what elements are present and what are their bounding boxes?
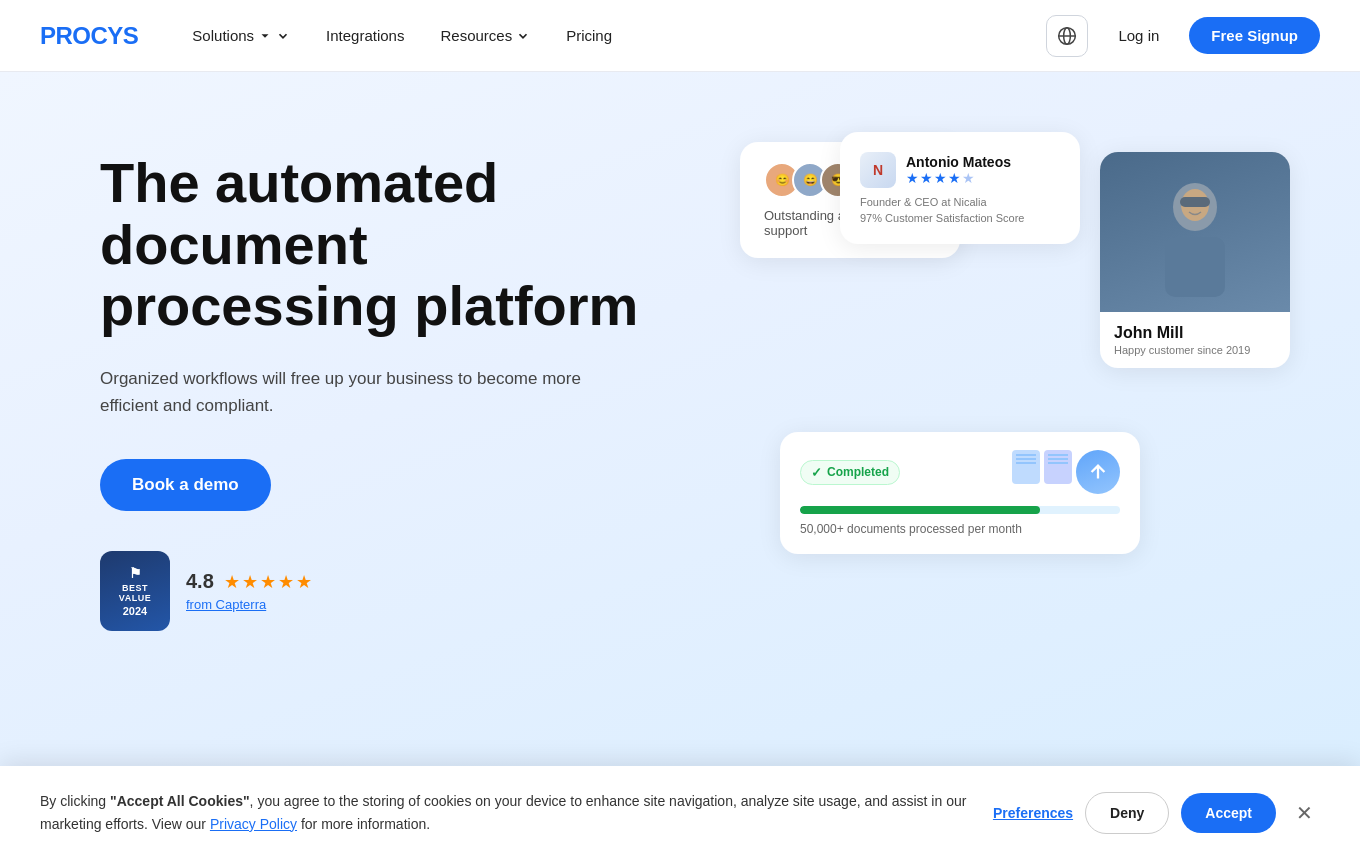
cookie-banner: By clicking "Accept All Cookies", you ag… [0, 766, 1360, 848]
close-button[interactable]: ✕ [1288, 797, 1320, 829]
deny-button[interactable]: Deny [1085, 792, 1169, 834]
accept-button[interactable]: Accept [1181, 793, 1276, 833]
chevron-icon-resources [516, 29, 530, 43]
svg-rect-4 [1165, 237, 1225, 297]
hero-right: 😊 😄 😎 🙂 Outstanding around-the-clock sup… [680, 132, 1320, 632]
john-card: John Mill Happy customer since 2019 [1100, 152, 1290, 368]
completed-text: 50,000+ documents processed per month [800, 522, 1120, 536]
star-rating: ★ ★ ★ ★ ★ [224, 571, 312, 593]
chevron-icon-solutions [276, 29, 290, 43]
nav-resources[interactable]: Resources [426, 19, 544, 52]
doc-icons [1012, 450, 1120, 494]
globe-icon [1057, 26, 1077, 46]
privacy-policy-link[interactable]: Privacy Policy [210, 816, 297, 832]
testimonial-name: Antonio Mateos [906, 154, 1011, 170]
completed-badge: ✓ Completed [800, 460, 900, 485]
testimonial-header: N Antonio Mateos ★ ★ ★ ★ ★ [860, 152, 1060, 188]
navbar: PROCYS Solutions Integrations Resources … [0, 0, 1360, 72]
hero-title: The automated document processing platfo… [100, 152, 680, 337]
person-illustration [1145, 167, 1245, 297]
completed-card: ✓ Completed 50,000+ documents processed … [780, 432, 1140, 554]
testimonial-stars: ★ ★ ★ ★ ★ [906, 170, 1011, 186]
brand-logo[interactable]: PROCYS [40, 22, 138, 50]
doc-icon [1044, 450, 1072, 484]
rating-info: 4.8 ★ ★ ★ ★ ★ from Capterra [186, 570, 312, 612]
nav-links: Solutions Integrations Resources Pricing [178, 19, 1046, 52]
capterra-link[interactable]: from Capterra [186, 597, 312, 612]
book-demo-button[interactable]: Book a demo [100, 459, 271, 511]
svg-rect-8 [1180, 197, 1210, 207]
rating-score: 4.8 [186, 570, 214, 593]
progress-bar-fill [800, 506, 1040, 514]
login-button[interactable]: Log in [1100, 17, 1177, 54]
upload-icon [1076, 450, 1120, 494]
cookie-actions: Preferences Deny Accept ✕ [993, 792, 1320, 834]
nav-actions: Log in Free Signup [1046, 15, 1320, 57]
language-button[interactable] [1046, 15, 1088, 57]
john-info: John Mill Happy customer since 2019 [1100, 312, 1290, 368]
nav-integrations[interactable]: Integrations [312, 19, 418, 52]
cookie-bold: "Accept All Cookies" [110, 793, 250, 809]
capterra-rating: ⚑ BEST VALUE 2024 4.8 ★ ★ ★ ★ ★ from Cap… [100, 551, 680, 631]
testimonial-role: Founder & CEO at Nicalia [860, 196, 1060, 208]
testimonial-score: 97% Customer Satisfaction Score [860, 212, 1060, 224]
hero-left: The automated document processing platfo… [100, 132, 680, 631]
nav-solutions[interactable]: Solutions [178, 19, 304, 52]
john-name: John Mill [1114, 324, 1276, 342]
hero-section: The automated document processing platfo… [0, 72, 1360, 779]
john-desc: Happy customer since 2019 [1114, 344, 1276, 356]
doc-icon [1012, 450, 1040, 484]
testimonial-card: N Antonio Mateos ★ ★ ★ ★ ★ Founder & CEO… [840, 132, 1080, 244]
company-logo: N [860, 152, 896, 188]
john-photo [1100, 152, 1290, 312]
hero-subtitle: Organized workflows will free up your bu… [100, 365, 600, 419]
preferences-button[interactable]: Preferences [993, 805, 1073, 821]
progress-bar-container [800, 506, 1120, 514]
completed-header: ✓ Completed [800, 450, 1120, 494]
nav-pricing[interactable]: Pricing [552, 19, 626, 52]
signup-button[interactable]: Free Signup [1189, 17, 1320, 54]
capterra-badge: ⚑ BEST VALUE 2024 [100, 551, 170, 631]
cookie-text: By clicking "Accept All Cookies", you ag… [40, 790, 969, 835]
chevron-down-icon [258, 29, 272, 43]
